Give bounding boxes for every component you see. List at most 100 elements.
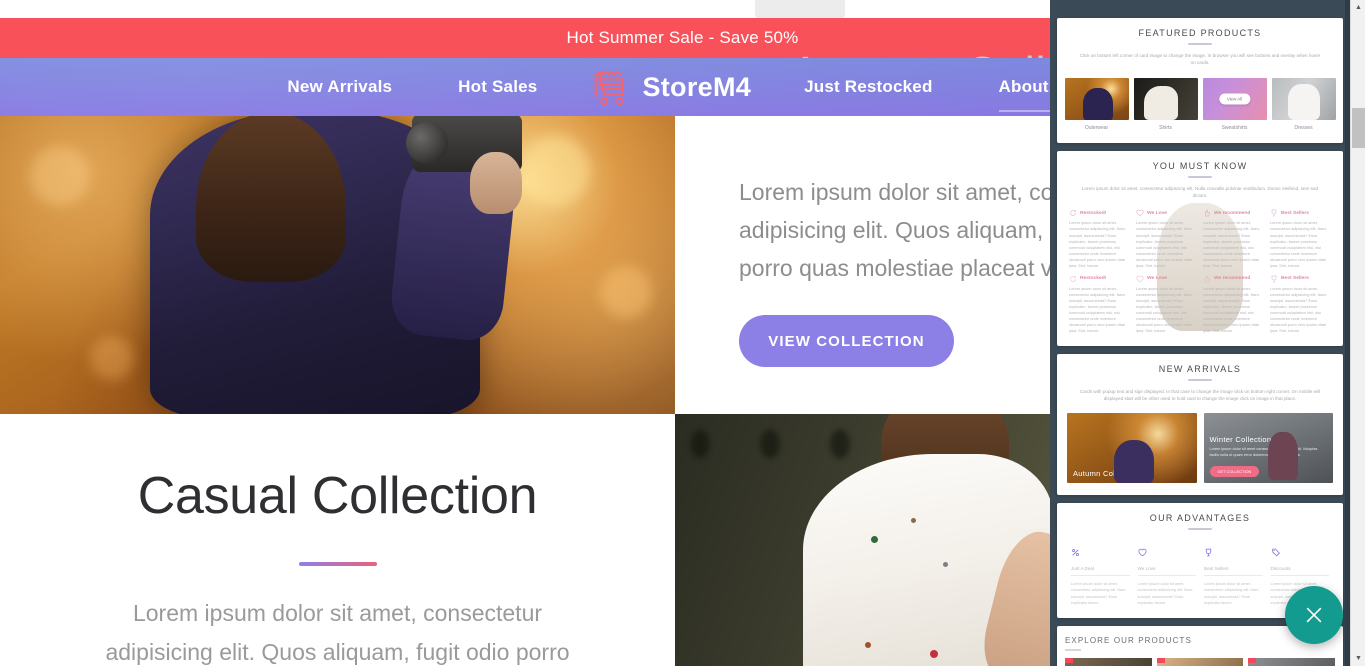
trophy-icon [1271,275,1277,283]
must-know-subtitle: Lorem ipsum dolor sit amet, consectetur … [1081,186,1319,199]
featured-heading: FEATURED PRODUCTS [1138,28,1262,38]
must-know-item: We Love Lorem ipsum dolor sit amet, cons… [1136,275,1197,334]
new-arrival-body: Lorem ipsum dolor sit amet consectetur a… [1209,447,1318,458]
product-caption: Shirts [1159,125,1172,132]
page-preview-panel: FEATURED PRODUCTS Click on bottom left c… [1050,0,1365,666]
scroll-down-arrow[interactable]: ▼ [1351,651,1365,666]
product-card[interactable]: Shirts [1133,78,1198,132]
casual-collection-section: Casual Collection Lorem ipsum dolor sit … [0,414,1060,666]
advantage-title: Just A Deal [1071,566,1130,577]
explore-thumb[interactable] [1065,657,1152,666]
must-know-item: Restocked! Lorem ipsum dolor sit amet, c… [1069,209,1130,268]
must-know-title: We Love [1147,276,1168,282]
product-caption: Sweatshirts [1221,125,1248,132]
trophy-icon [1205,549,1212,557]
preview-scroll-content: FEATURED PRODUCTS Click on bottom left c… [1050,0,1350,666]
close-icon [1306,607,1322,623]
tag-icon [1271,549,1280,557]
advantage-item: Just A Deal Lorem ipsum dolor sit amet, … [1071,544,1130,605]
get-collection-button[interactable]: GET COLLECTION [1209,466,1260,478]
must-know-divider [1188,176,1212,179]
advantage-item: We Love Lorem ipsum dolor sit amet, cons… [1137,544,1196,605]
hero-image-photographer [0,116,675,414]
casual-title: Casual Collection [137,467,538,525]
product-card[interactable]: View All Sweatshirts [1202,78,1267,132]
featured-product-row: Outerwear Shirts View All Sweatshirts Dr… [1064,78,1336,132]
must-know-title: We recommend [1214,276,1251,282]
hero-section: Lorem ipsum dolor sit amet, consectetur … [0,116,1148,414]
browser-tab-ghost[interactable] [755,0,845,18]
product-thumb-shirts [1133,78,1198,121]
advantages-heading: OUR ADVANTAGES [1149,513,1251,524]
product-card[interactable]: Dresses [1271,78,1336,132]
must-know-body: Lorem ipsum dolor sit amet, consectetur … [1136,220,1193,268]
explore-thumb[interactable] [1248,657,1336,666]
product-caption: Dresses [1294,125,1313,132]
nav-link-new-arrivals[interactable]: New Arrivals [287,71,392,103]
sale-badge [1248,657,1257,663]
heart-icon [1136,210,1144,217]
advantage-title: Discounts [1270,566,1329,577]
must-know-title: Restocked! [1080,276,1107,282]
must-know-title: We recommend [1214,210,1251,216]
thumbs-up-icon [1205,275,1210,283]
must-know-title: Best Sellers [1281,276,1310,282]
preview-block-you-must-know[interactable]: YOU MUST KNOW Lorem ipsum dolor sit amet… [1057,151,1343,347]
close-panel-fab[interactable] [1285,586,1343,644]
hero-figure-hair [196,116,346,282]
casual-paragraph: Lorem ipsum dolor sit amet, consectetur … [105,600,570,665]
scrollbar-thumb[interactable] [1352,108,1365,148]
new-arrival-title: Autumn Collection [1073,469,1139,479]
must-know-body: Lorem ipsum dolor sit amet, consectetur … [1270,220,1327,268]
trophy-icon [1271,210,1277,217]
preview-block-new-arrivals[interactable]: NEW ARRIVALS Cards with popup text and s… [1057,354,1343,496]
advantage-item: Best Sellers Lorem ipsum dolor sit amet,… [1204,544,1263,605]
new-arrival-card-autumn[interactable]: Autumn Collection [1067,413,1197,484]
view-all-button[interactable]: View All [1218,93,1251,105]
explore-row [1065,657,1336,666]
product-card[interactable]: Outerwear [1064,78,1129,131]
new-arrivals-heading: NEW ARRIVALS [1158,364,1242,375]
new-arrivals-row: Autumn Collection Winter Collection Lore… [1065,413,1335,484]
vertical-scrollbar[interactable]: ▲ ▼ [1350,0,1365,666]
app-root: Hot Summer Sale - Save 50% New Arrivals … [0,0,1365,666]
must-know-item: Restocked! Lorem ipsum dolor sit amet, c… [1069,275,1130,334]
must-know-grid-wrapper: Restocked! Lorem ipsum dolor sit amet, c… [1065,203,1335,334]
view-collection-button[interactable]: VIEW COLLECTION [739,315,954,368]
percent-icon [1072,549,1079,557]
nav-link-just-restocked[interactable]: Just Restocked [804,71,932,103]
product-thumb-outerwear [1064,78,1129,121]
casual-image-white-shirt [675,414,1060,666]
nav-link-hot-sales[interactable]: Hot Sales [458,71,537,103]
must-know-item: We recommend Lorem ipsum dolor sit amet,… [1203,209,1264,268]
advantage-body: Lorem ipsum dolor sit amet, consectetur … [1137,582,1194,605]
heart-icon [1137,549,1147,557]
brand-name: StoreM4 [642,71,752,102]
advantage-body: Lorem ipsum dolor sit amet, consectetur … [1204,582,1260,605]
refresh-icon [1070,275,1076,282]
advantage-body: Lorem ipsum dolor sit amet, consectetur … [1071,582,1127,605]
refresh-icon [1070,210,1076,217]
must-know-title: Best Sellers [1281,210,1310,216]
must-know-body: Lorem ipsum dolor sit amet, consectetur … [1069,285,1126,334]
must-know-body: Lorem ipsum dolor sit amet, consectetur … [1270,285,1327,334]
hero-figure-hand [470,152,522,214]
brand-logo[interactable]: StoreM4 [590,66,751,108]
shopping-cart-icon [595,71,625,106]
new-arrivals-divider [1188,379,1212,382]
product-thumb-sweatshirts: View All [1202,78,1267,121]
must-know-body: Lorem ipsum dolor sit amet, consectetur … [1136,285,1193,334]
must-know-item: Best Sellers Lorem ipsum dolor sit amet,… [1270,209,1331,268]
casual-divider [298,562,377,566]
must-know-body: Lorem ipsum dolor sit amet, consectetur … [1203,220,1260,268]
must-know-item: We Love Lorem ipsum dolor sit amet, cons… [1136,209,1197,268]
must-know-heading: YOU MUST KNOW [1152,161,1248,172]
product-thumb-dresses [1271,78,1336,121]
advantage-title: Best Sellers [1204,566,1263,577]
explore-thumb[interactable] [1156,657,1244,666]
scroll-up-arrow[interactable]: ▲ [1351,0,1365,15]
new-arrival-title: Winter Collection [1209,435,1272,445]
preview-block-featured-products[interactable]: FEATURED PRODUCTS Click on bottom left c… [1057,18,1343,144]
thumbs-up-icon [1205,209,1210,217]
new-arrival-card-winter[interactable]: Winter Collection Lorem ipsum dolor sit … [1203,413,1333,484]
